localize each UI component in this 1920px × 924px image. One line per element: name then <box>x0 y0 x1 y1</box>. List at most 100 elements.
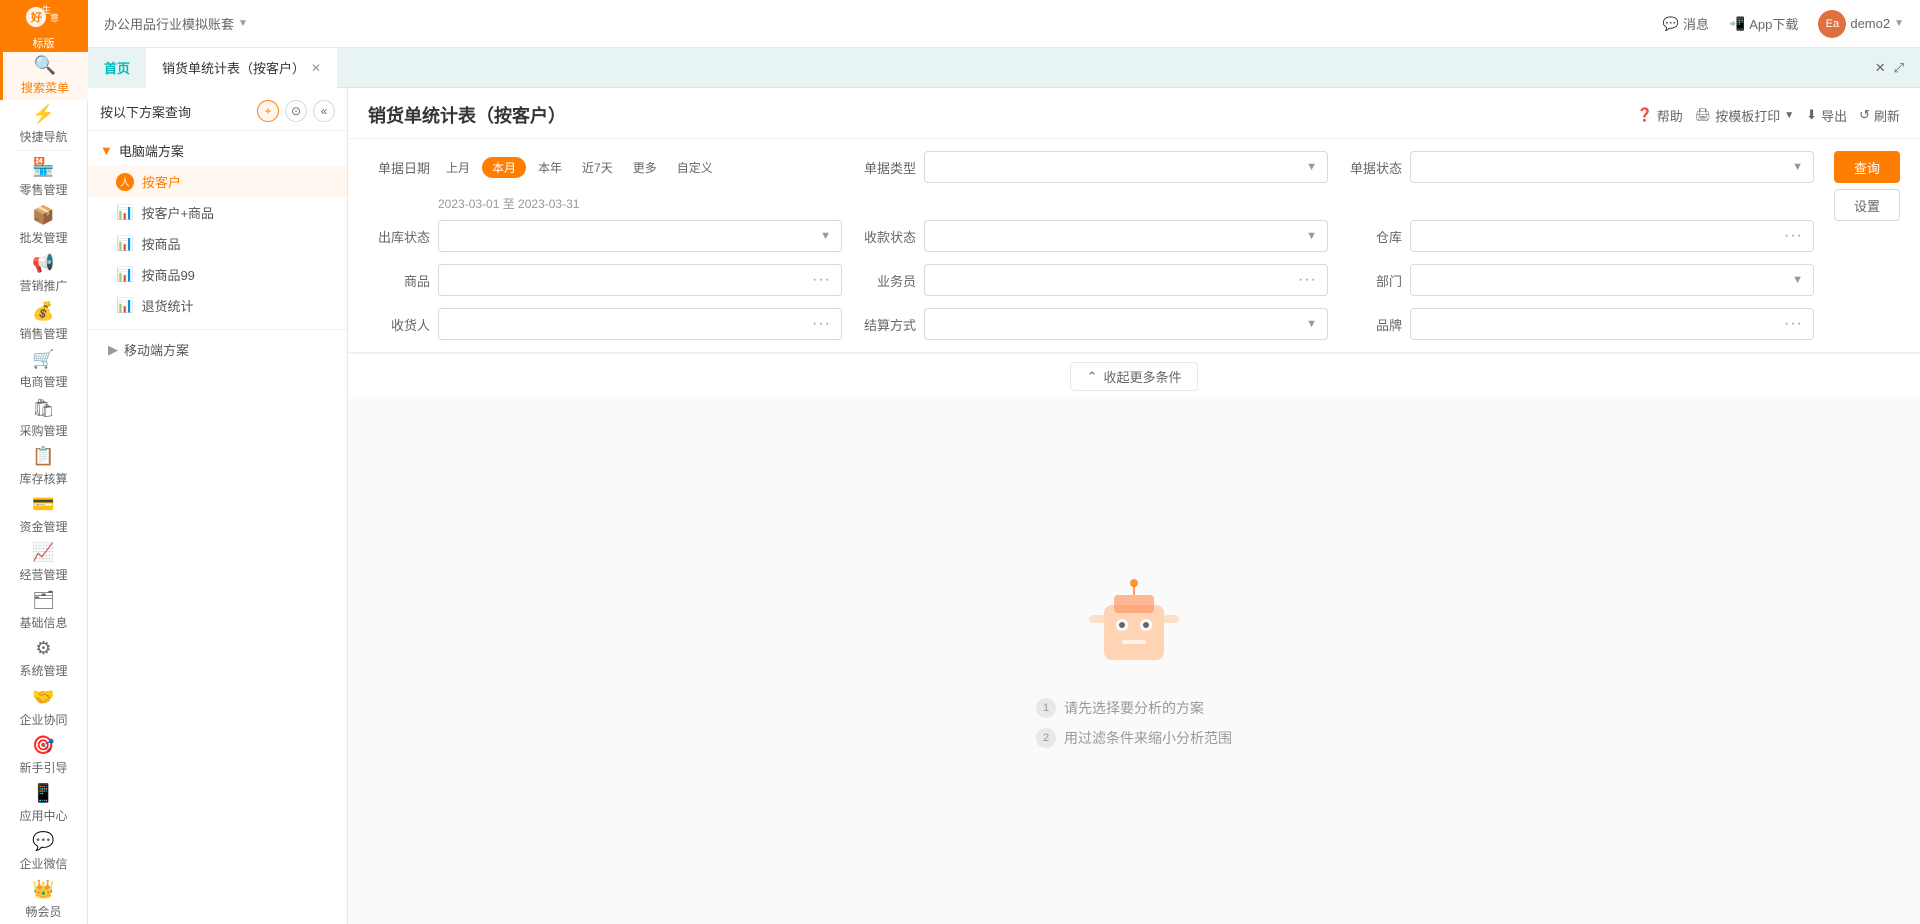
collapse-more-button[interactable]: ⌃ 收起更多条件 <box>1070 362 1199 391</box>
page-title-bar: 销货单统计表（按客户） ❓ 帮助 🖨 按模板打印 ▼ ⬇ 导出 <box>348 88 1920 139</box>
sidebar-item-search[interactable]: 🔍 搜索菜单 <box>0 52 88 100</box>
sidebar-item-newbie[interactable]: 🎯 新手引导 <box>0 731 88 779</box>
settlement-select[interactable]: ▼ <box>924 308 1328 340</box>
window-close-icon[interactable]: ✕ <box>1875 60 1886 76</box>
desktop-scheme-group-label: 电脑端方案 <box>119 141 184 160</box>
dept-select[interactable]: ▼ <box>1410 264 1814 296</box>
app-download-label: App下载 <box>1749 14 1798 33</box>
sidebar-item-quick-nav[interactable]: ⚡ 快捷导航 <box>0 100 88 148</box>
right-panel: 销货单统计表（按客户） ❓ 帮助 🖨 按模板打印 ▼ ⬇ 导出 <box>348 88 1920 924</box>
date-btn-7days[interactable]: 近7天 <box>574 157 621 178</box>
goods-select[interactable]: ··· <box>438 264 842 296</box>
sidebar-item-app-center[interactable]: 📱 应用中心 <box>0 779 88 827</box>
receiver-dots-icon: ··· <box>812 315 831 333</box>
chart-icon-1: 📊 <box>116 204 133 221</box>
sidebar-item-inventory[interactable]: 📋 库存核算 <box>0 442 88 490</box>
date-quick-buttons: 上月 本月 本年 近7天 更多 自定义 <box>438 157 721 178</box>
message-label: 消息 <box>1683 14 1709 33</box>
scheme-item-label: 按客户 <box>142 172 181 191</box>
receiver-select[interactable]: ··· <box>438 308 842 340</box>
query-button[interactable]: 查询 <box>1834 151 1900 183</box>
sidebar-item-label: 系统管理 <box>19 662 67 679</box>
refresh-button[interactable]: ↺ 刷新 <box>1859 106 1900 125</box>
sidebar-divider <box>14 150 74 151</box>
app-download-icon: 📲 <box>1729 16 1745 32</box>
ecommerce-icon: 🛒 <box>32 349 54 370</box>
collapse-bar: ⌃ 收起更多条件 <box>348 353 1920 399</box>
add-scheme-button[interactable]: + <box>257 100 279 122</box>
collect-status-label: 收款状态 <box>854 227 924 246</box>
topbar: 办公用品行业模拟账套 ▼ 💬 消息 📲 App下载 Ea demo2 ▼ <box>88 0 1920 48</box>
out-status-select[interactable]: ▼ <box>438 220 842 252</box>
sidebar-item-system[interactable]: ⚙ 系统管理 <box>0 635 88 683</box>
wholesale-icon: 📦 <box>32 205 54 226</box>
sidebar-item-marketing[interactable]: 📢 营销推广 <box>0 250 88 298</box>
app-subtitle: 标版 <box>33 35 55 51</box>
sidebar-item-label: 企业协同 <box>19 711 67 728</box>
newbie-icon: 🎯 <box>32 735 54 756</box>
date-btn-this-year[interactable]: 本年 <box>530 157 570 178</box>
sidebar-item-sales[interactable]: 💰 销售管理 <box>0 298 88 346</box>
date-btn-more[interactable]: 更多 <box>625 157 665 178</box>
home-tab-label: 首页 <box>104 58 130 77</box>
collapse-icon: « <box>321 104 328 118</box>
date-btn-last-month[interactable]: 上月 <box>438 157 478 178</box>
sidebar-item-basic[interactable]: 🗂 基础信息 <box>0 587 88 635</box>
settings-button[interactable]: 设置 <box>1834 189 1900 221</box>
mobile-scheme-group-toggle[interactable]: ▶ 移动端方案 <box>88 334 347 365</box>
sidebar-item-label: 零售管理 <box>19 181 67 198</box>
scheme-item-label: 按商品99 <box>141 265 194 284</box>
sidebar-item-member[interactable]: 👑 畅会员 <box>0 876 88 924</box>
brand-dots-icon: ··· <box>1784 315 1803 333</box>
scheme-item-by-customer-goods[interactable]: 📊 按客户+商品 <box>88 197 347 228</box>
sidebar-item-purchase[interactable]: 🛍 采购管理 <box>0 394 88 442</box>
empty-steps: 1 请先选择要分析的方案 2 用过滤条件来缩小分析范围 <box>1036 698 1232 748</box>
sidebar-item-operations[interactable]: 📈 经营管理 <box>0 539 88 587</box>
step-1-text: 请先选择要分析的方案 <box>1064 698 1204 718</box>
warehouse-filter-cell: 仓库 ··· <box>1340 220 1814 252</box>
help-button[interactable]: ❓ 帮助 <box>1637 106 1683 125</box>
scheme-item-by-goods[interactable]: 📊 按商品 <box>88 228 347 259</box>
tab-sales-stats[interactable]: 销货单统计表（按客户） ✕ <box>146 48 337 88</box>
step-1-num: 1 <box>1036 698 1056 718</box>
collect-status-select[interactable]: ▼ <box>924 220 1328 252</box>
sidebar-item-enterprise-wechat[interactable]: 💬 企业微信 <box>0 828 88 876</box>
warehouse-select[interactable]: ··· <box>1410 220 1814 252</box>
brand-select[interactable]: ··· <box>1410 308 1814 340</box>
sidebar-item-label: 资金管理 <box>19 518 67 535</box>
edit-scheme-button[interactable]: ⊙ <box>285 100 307 122</box>
enterprise-icon: 🤝 <box>32 687 54 708</box>
doc-type-select[interactable]: ▼ <box>924 151 1328 183</box>
window-maximize-icon[interactable]: ⤢ <box>1894 60 1904 76</box>
collapse-label: 收起更多条件 <box>1103 367 1181 386</box>
sidebar-item-label: 电商管理 <box>19 373 67 390</box>
left-panel: 按以下方案查询 + ⊙ « ▼ 电脑端方案 <box>88 88 348 924</box>
member-icon: 👑 <box>32 879 54 900</box>
sidebar-item-wholesale[interactable]: 📦 批发管理 <box>0 201 88 249</box>
print-button[interactable]: 🖨 按模板打印 ▼ <box>1695 106 1794 125</box>
salesperson-select[interactable]: ··· <box>924 264 1328 296</box>
scheme-item-by-goods99[interactable]: 📊 按商品99 <box>88 259 347 290</box>
desktop-scheme-group-toggle[interactable]: ▼ 电脑端方案 <box>88 135 347 166</box>
scheme-item-by-customer[interactable]: 人 按客户 <box>88 166 347 197</box>
sidebar-item-ecommerce[interactable]: 🛒 电商管理 <box>0 346 88 394</box>
doc-status-select[interactable]: ▼ <box>1410 151 1814 183</box>
user-menu[interactable]: Ea demo2 ▼ <box>1818 10 1904 38</box>
date-btn-custom[interactable]: 自定义 <box>669 157 721 178</box>
tab-close-icon[interactable]: ✕ <box>311 61 321 75</box>
industry-selector[interactable]: 办公用品行业模拟账套 ▼ <box>104 14 248 33</box>
sidebar-item-retail[interactable]: 🏪 零售管理 <box>0 153 88 201</box>
dept-filter-cell: 部门 ▼ <box>1340 264 1814 296</box>
sidebar-item-enterprise[interactable]: 🤝 企业协同 <box>0 683 88 731</box>
app-center-icon: 📱 <box>32 783 54 804</box>
tab-home[interactable]: 首页 <box>88 48 146 88</box>
salesperson-dots-icon: ··· <box>1298 271 1317 289</box>
date-btn-this-month[interactable]: 本月 <box>482 157 526 178</box>
collapse-panel-button[interactable]: « <box>313 100 335 122</box>
app-download-button[interactable]: 📲 App下载 <box>1729 14 1798 33</box>
sidebar-item-label: 新手引导 <box>19 759 67 776</box>
export-button[interactable]: ⬇ 导出 <box>1806 106 1847 125</box>
message-button[interactable]: 💬 消息 <box>1663 14 1709 33</box>
scheme-item-returns-stats[interactable]: 📊 退货统计 <box>88 290 347 321</box>
sidebar-item-finance[interactable]: 💳 资金管理 <box>0 490 88 538</box>
